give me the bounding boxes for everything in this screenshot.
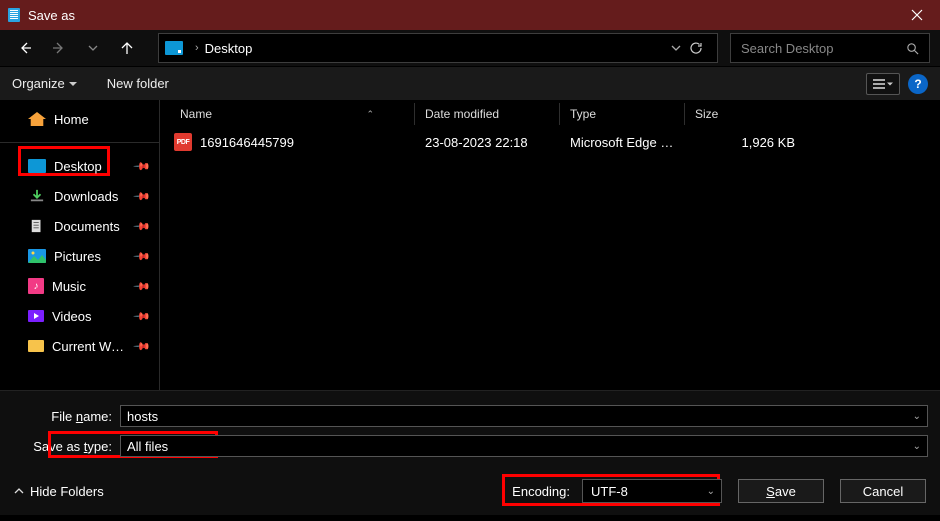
titlebar: Save as — [0, 0, 940, 30]
pdf-icon: PDF — [174, 133, 192, 151]
pin-icon: 📌 — [133, 307, 152, 326]
column-name[interactable]: Name⌃ — [160, 103, 415, 125]
file-row[interactable]: PDF 1691646445799 23-08-2023 22:18 Micro… — [160, 126, 940, 158]
downloads-icon — [28, 189, 46, 203]
chevron-down-icon[interactable]: ⌄ — [913, 441, 921, 452]
refresh-button[interactable] — [681, 41, 711, 55]
sidebar-item-label: Music — [52, 279, 86, 294]
sidebar-item-label: Documents — [54, 219, 120, 234]
sidebar-item-label: Desktop — [54, 159, 102, 174]
bottom-bar: Hide Folders Encoding: UTF-8 ⌄ Save Canc… — [0, 469, 940, 515]
arrow-right-icon — [51, 40, 67, 56]
sidebar-item-music[interactable]: ♪ Music 📌 — [0, 271, 159, 301]
saveas-combo[interactable]: All files ⌄ — [120, 435, 928, 457]
organize-button[interactable]: Organize — [12, 76, 77, 91]
sort-asc-icon: ⌃ — [366, 109, 374, 120]
pictures-icon — [28, 249, 46, 263]
music-icon: ♪ — [28, 278, 44, 294]
search-icon — [906, 42, 919, 55]
folder-icon — [28, 340, 44, 352]
column-date[interactable]: Date modified — [415, 103, 560, 125]
videos-icon — [28, 310, 44, 322]
column-type[interactable]: Type — [560, 103, 685, 125]
back-button[interactable] — [10, 33, 40, 63]
sidebar-item-label: Videos — [52, 309, 92, 324]
chevron-up-icon — [14, 486, 24, 496]
form-area: File name: hosts ⌄ Save as type: All fil… — [0, 390, 940, 469]
organize-label: Organize — [12, 76, 65, 91]
column-headers: Name⌃ Date modified Type Size — [160, 100, 940, 126]
chevron-down-icon[interactable]: ⌄ — [707, 486, 715, 497]
new-folder-button[interactable]: New folder — [107, 76, 169, 91]
sidebar-item-label: Pictures — [54, 249, 101, 264]
save-button[interactable]: Save — [738, 479, 824, 503]
arrow-up-icon — [119, 40, 135, 56]
path-dropdown[interactable] — [671, 41, 681, 56]
new-folder-label: New folder — [107, 76, 169, 91]
filename-label: File name: — [12, 409, 120, 424]
pin-icon: 📌 — [133, 247, 152, 266]
sidebar: Home Desktop 📌 Downloads 📌 Documents 📌 P… — [0, 100, 160, 390]
sidebar-item-current-work[interactable]: Current Work 📌 — [0, 331, 159, 361]
chevron-down-icon — [671, 43, 681, 53]
location-icon — [165, 41, 183, 55]
view-button[interactable] — [866, 73, 900, 95]
caret-down-icon — [69, 80, 77, 88]
sidebar-item-label: Home — [54, 112, 89, 127]
main-area: Home Desktop 📌 Downloads 📌 Documents 📌 P… — [0, 100, 940, 390]
sidebar-item-desktop[interactable]: Desktop 📌 — [0, 151, 159, 181]
pin-icon: 📌 — [133, 187, 152, 206]
file-date: 23-08-2023 22:18 — [415, 135, 560, 150]
sidebar-item-home[interactable]: Home — [0, 104, 159, 134]
close-button[interactable] — [894, 0, 940, 30]
path-separator-icon: › — [195, 42, 199, 54]
pin-icon: 📌 — [133, 337, 152, 356]
filename-input[interactable]: hosts ⌄ — [120, 405, 928, 427]
sidebar-item-downloads[interactable]: Downloads 📌 — [0, 181, 159, 211]
cancel-button[interactable]: Cancel — [840, 479, 926, 503]
sidebar-item-documents[interactable]: Documents 📌 — [0, 211, 159, 241]
pin-icon: 📌 — [133, 157, 152, 176]
sidebar-item-label: Current Work — [52, 339, 124, 354]
forward-button[interactable] — [44, 33, 74, 63]
up-button[interactable] — [112, 33, 142, 63]
file-name: 1691646445799 — [200, 135, 294, 150]
app-icon — [8, 8, 20, 22]
sidebar-item-label: Downloads — [54, 189, 118, 204]
desktop-icon — [28, 159, 46, 173]
navbar: › Desktop Search Desktop — [0, 30, 940, 66]
toolbar: Organize New folder ? — [0, 66, 940, 100]
help-button[interactable]: ? — [908, 74, 928, 94]
list-view-icon — [873, 79, 885, 89]
column-size[interactable]: Size — [685, 103, 835, 125]
search-placeholder: Search Desktop — [741, 41, 906, 56]
chevron-down-icon — [88, 43, 98, 53]
sidebar-item-pictures[interactable]: Pictures 📌 — [0, 241, 159, 271]
hide-folders-button[interactable]: Hide Folders — [14, 484, 104, 499]
path-location: Desktop — [205, 41, 253, 56]
file-type: Microsoft Edge P... — [560, 135, 685, 150]
home-icon — [28, 112, 46, 126]
address-bar[interactable]: › Desktop — [158, 33, 718, 63]
search-input[interactable]: Search Desktop — [730, 33, 930, 63]
documents-icon — [28, 219, 46, 233]
pin-icon: 📌 — [133, 277, 152, 296]
encoding-combo[interactable]: UTF-8 ⌄ — [582, 479, 722, 503]
refresh-icon — [689, 41, 703, 55]
chevron-down-icon[interactable]: ⌄ — [913, 411, 921, 422]
recent-button[interactable] — [78, 33, 108, 63]
window-title: Save as — [28, 8, 894, 23]
pin-icon: 📌 — [133, 217, 152, 236]
close-icon — [911, 9, 923, 21]
arrow-left-icon — [17, 40, 33, 56]
file-size: 1,926 KB — [685, 135, 835, 150]
sidebar-item-videos[interactable]: Videos 📌 — [0, 301, 159, 331]
file-list: Name⌃ Date modified Type Size PDF 169164… — [160, 100, 940, 390]
caret-down-icon — [887, 81, 893, 87]
